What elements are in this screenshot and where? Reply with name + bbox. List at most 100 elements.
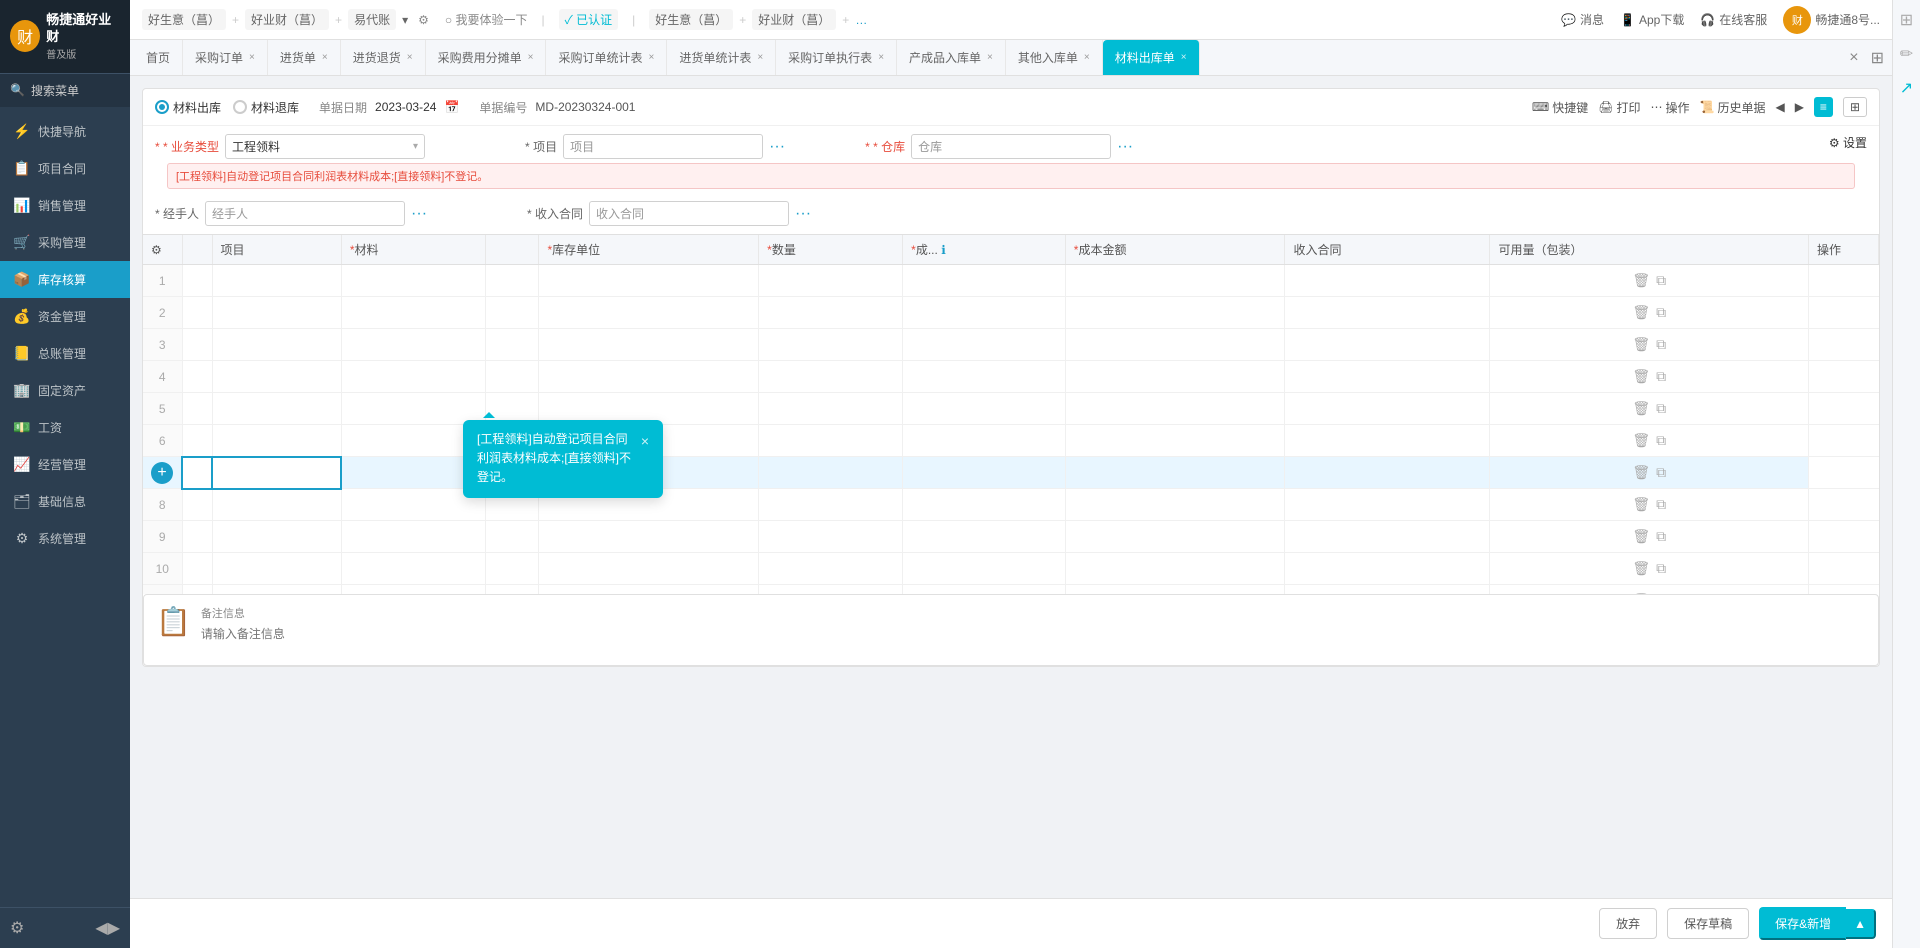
tab-product-receipt[interactable]: 产成品入库单 × — [897, 40, 1006, 76]
print-button[interactable]: 🖨 打印 — [1598, 97, 1640, 117]
tab-purchase-stats[interactable]: 采购订单统计表 × — [546, 40, 667, 76]
save-new-main-button[interactable]: 保存&新增 — [1759, 907, 1846, 940]
warehouse-search-icon[interactable]: ··· — [1117, 138, 1133, 156]
sidebar-item-operations[interactable]: 📈 经营管理 — [0, 446, 130, 483]
tab-goods-receipt[interactable]: 进货单 × — [268, 40, 341, 76]
row-delete-8[interactable]: 🗑 — [1632, 496, 1650, 513]
message-button[interactable]: 💬 消息 — [1561, 11, 1604, 28]
handler-input[interactable]: 经手人 — [205, 201, 405, 226]
topbar-tag-1[interactable]: 好生意（菖） — [142, 9, 226, 30]
view-toggle-grid[interactable]: ⊞ — [1843, 97, 1867, 117]
row-delete-1[interactable]: 🗑 — [1632, 272, 1650, 289]
row-copy-7[interactable]: ⧉ — [1656, 464, 1666, 481]
sidebar-item-system[interactable]: ⚙ 系统管理 — [0, 520, 130, 557]
tab-close-purchase-exec[interactable]: × — [878, 52, 884, 63]
cell-1-project[interactable] — [182, 265, 212, 297]
cost-info-icon[interactable]: ℹ — [941, 243, 946, 257]
row-delete-9[interactable]: 🗑 — [1632, 528, 1650, 545]
tab-close-goods-stats[interactable]: × — [757, 52, 763, 63]
radio-material-out[interactable]: 材料出库 — [155, 99, 221, 116]
project-input[interactable]: 项目 — [563, 134, 763, 159]
shortcut-button[interactable]: ⌨ 快捷键 — [1532, 97, 1588, 117]
tab-purchase-exec[interactable]: 采购订单执行表 × — [776, 40, 897, 76]
row-delete-11[interactable]: 🗑 — [1632, 592, 1650, 594]
cell-1-material[interactable] — [212, 265, 341, 297]
tab-close-other-receipt[interactable]: × — [1084, 52, 1090, 63]
row-copy-10[interactable]: ⧉ — [1656, 560, 1666, 577]
handler-search-icon[interactable]: ··· — [411, 205, 427, 223]
topbar-settings-icon[interactable]: ⚙ — [418, 13, 429, 27]
sidebar-item-project[interactable]: 📋 项目合同 — [0, 150, 130, 187]
cell-1-qty[interactable] — [539, 265, 759, 297]
view-toggle-list[interactable]: ≡ — [1814, 97, 1833, 117]
row-copy-4[interactable]: ⧉ — [1656, 368, 1666, 385]
row-copy-3[interactable]: ⧉ — [1656, 336, 1666, 353]
calendar-icon[interactable]: 📅 — [444, 100, 459, 114]
topbar-tag-2[interactable]: 好业财（菖） — [245, 9, 329, 30]
tab-close-purchase-expense[interactable]: × — [528, 52, 534, 63]
row-delete-3[interactable]: 🗑 — [1632, 336, 1650, 353]
save-new-arrow-button[interactable]: ▲ — [1846, 909, 1876, 939]
sidebar-item-assets[interactable]: 🏢 固定资产 — [0, 372, 130, 409]
tab-goods-return[interactable]: 进货退货 × — [341, 40, 426, 76]
tab-material-out[interactable]: 材料出库单 × — [1103, 40, 1200, 76]
row-copy-1[interactable]: ⧉ — [1656, 272, 1666, 289]
sidebar-item-quick-nav[interactable]: ⚡ 快捷导航 — [0, 113, 130, 150]
tab-close-goods-return[interactable]: × — [407, 52, 413, 63]
sidebar-item-ledger[interactable]: 📒 总账管理 — [0, 335, 130, 372]
row-delete-2[interactable]: 🗑 — [1632, 304, 1650, 321]
history-button[interactable]: 📜 历史单据 — [1699, 97, 1765, 117]
cell-1-spec[interactable] — [341, 265, 485, 297]
tab-close-all-button[interactable]: × — [1845, 47, 1862, 69]
tab-goods-stats[interactable]: 进货单统计表 × — [667, 40, 776, 76]
radio-material-return[interactable]: 材料退库 — [233, 99, 299, 116]
tab-close-purchase-order[interactable]: × — [249, 52, 255, 63]
collapse-button[interactable]: ◀▶ — [95, 918, 120, 938]
tab-close-goods-receipt[interactable]: × — [322, 52, 328, 63]
tab-other-receipt[interactable]: 其他入库单 × — [1006, 40, 1103, 76]
topbar-tag-5[interactable]: 好业财（菖） — [752, 9, 836, 30]
warehouse-input[interactable]: 仓库 — [911, 134, 1111, 159]
nav-prev-button[interactable]: ◀ — [1775, 97, 1784, 117]
income-contract-input[interactable]: 收入合同 — [589, 201, 789, 226]
row-delete-7[interactable]: 🗑 — [1632, 464, 1650, 481]
row-delete-6[interactable]: 🗑 — [1632, 432, 1650, 449]
tab-close-material-out[interactable]: × — [1181, 52, 1187, 63]
sidebar-item-finance[interactable]: 💰 资金管理 — [0, 298, 130, 335]
panel-icon-3[interactable]: ↗ — [1900, 78, 1913, 98]
sidebar-item-inventory[interactable]: 📦 库存核算 — [0, 261, 130, 298]
tab-purchase-order[interactable]: 采购订单 × — [183, 40, 268, 76]
row-copy-6[interactable]: ⧉ — [1656, 432, 1666, 449]
topbar-more[interactable]: … — [855, 13, 867, 27]
nav-next-button[interactable]: ▶ — [1795, 97, 1804, 117]
topbar-dropdown-icon[interactable]: ▾ — [402, 13, 408, 27]
sidebar-item-purchase[interactable]: 🛒 采购管理 — [0, 224, 130, 261]
cell-1-cost-amount[interactable] — [903, 265, 1066, 297]
row-copy-5[interactable]: ⧉ — [1656, 400, 1666, 417]
online-service-button[interactable]: 🎧 在线客服 — [1700, 11, 1767, 28]
topbar-trial-link[interactable]: ○ 我要体验一下 — [445, 11, 528, 28]
popover-close-button[interactable]: × — [641, 430, 649, 452]
cell-1-available[interactable] — [1285, 265, 1490, 297]
ops-button[interactable]: ⋯ 操作 — [1650, 97, 1689, 117]
project-search-icon[interactable]: ··· — [769, 138, 785, 156]
row-copy-2[interactable]: ⧉ — [1656, 304, 1666, 321]
sidebar-item-search[interactable]: 🔍 搜索菜单 — [0, 74, 130, 107]
discard-button[interactable]: 放弃 — [1599, 908, 1657, 939]
tab-close-product-receipt[interactable]: × — [987, 52, 993, 63]
notes-input[interactable] — [201, 625, 361, 655]
sidebar-item-payroll[interactable]: 💵 工资 — [0, 409, 130, 446]
col-settings[interactable]: ⚙ — [143, 235, 182, 265]
user-menu[interactable]: 财 畅捷通8号... — [1783, 6, 1880, 34]
cell-1-cost[interactable] — [759, 265, 903, 297]
app-download-button[interactable]: 📱 App下载 — [1620, 11, 1684, 28]
topbar-tag-4[interactable]: 好生意（菖） — [649, 9, 733, 30]
row-delete-4[interactable]: 🗑 — [1632, 368, 1650, 385]
sidebar-item-base-info[interactable]: 🗂 基础信息 — [0, 483, 130, 520]
business-type-input[interactable]: 工程领料 ▾ — [225, 134, 425, 159]
row-copy-9[interactable]: ⧉ — [1656, 528, 1666, 545]
row-copy-11[interactable]: ⧉ — [1656, 592, 1666, 594]
cell-1-unit[interactable] — [485, 265, 539, 297]
add-row-button[interactable]: + — [151, 462, 173, 484]
sidebar-item-sales[interactable]: 📊 销售管理 — [0, 187, 130, 224]
